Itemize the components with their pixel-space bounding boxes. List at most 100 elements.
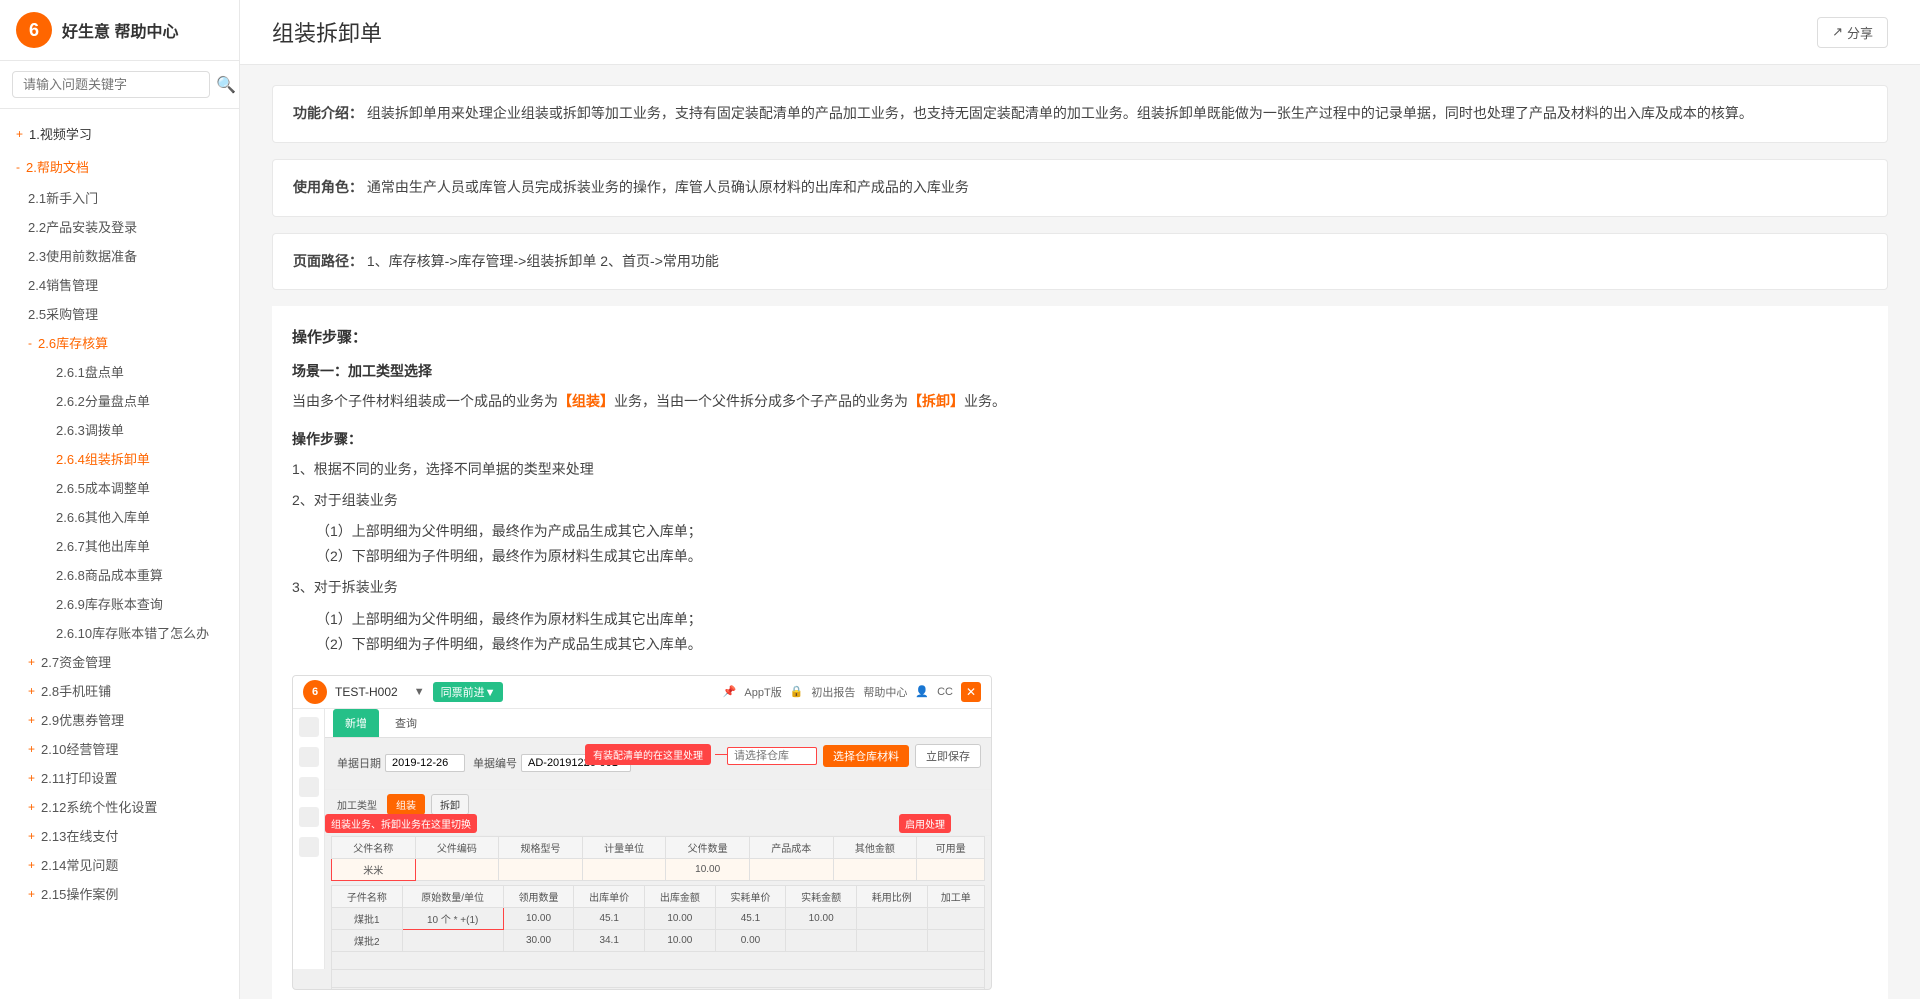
mock-top-nav: ▼ 同票前进▼	[414, 682, 715, 702]
sidebar-item-2-5[interactable]: 2.5采购管理	[28, 299, 239, 328]
mock-body: 新增 查询 单据日期 单据编号	[293, 709, 991, 989]
mock-top-table-wrapper: 父件名称 父件编码 规格型号 计量单位 父件数量 产品成本 其他金额 可用量	[325, 836, 991, 881]
mock-top-table-row: 米米 10.00	[332, 858, 985, 880]
ops-title: 操作步骤：	[292, 326, 1868, 347]
mock-confirm-btn[interactable]: 选择仓库材料	[823, 745, 909, 767]
search-box: 🔍	[0, 61, 239, 109]
mock-bottom-table: 子件名称 原始数量/单位 领用数量 出库单价 出库金额 实耗单价 实耗金额 耗用…	[331, 885, 985, 989]
role-block: 使用角色： 通常由生产人员或库管人员完成拆装业务的操作，库管人员确认原材料的出库…	[272, 159, 1888, 217]
sidebar-item-2-6-5[interactable]: 2.6.5成本调整单	[56, 473, 239, 502]
sidebar-item-2-6-8[interactable]: 2.6.8商品成本重算	[56, 560, 239, 589]
mock-warehouse-input[interactable]	[727, 747, 817, 765]
intro-label: 功能介绍：	[293, 105, 363, 121]
mock-type-disassemble[interactable]: 拆卸	[431, 794, 469, 815]
mock-bottom-row-4	[332, 969, 985, 987]
mock-bottom-row-2: 煤批2 30.00 34.1 10.00 0.00	[332, 929, 985, 951]
sidebar-item-2-14[interactable]: + 2.14常见问题	[28, 850, 239, 879]
annotation-3-text: 启用处理	[899, 814, 951, 833]
ops-steps-title: 操作步骤：	[292, 429, 1868, 449]
share-button[interactable]: ↗ 分享	[1817, 17, 1888, 48]
intro-text: 组装拆卸单用来处理企业组装或拆卸等加工业务，支持有固定装配清单的产品加工业务，也…	[367, 105, 1753, 121]
share-icon: ↗	[1832, 24, 1843, 40]
annotation-2: 组装业务、拆卸业务在这里切换	[325, 814, 477, 833]
mock-top-icons: 📌 AppT版 🔒 初出报告 帮助中心 👤 CC	[723, 684, 953, 700]
mock-bottom-table-wrapper: 子件名称 原始数量/单位 领用数量 出库单价 出库金额 实耗单价 实耗金额 耗用…	[325, 885, 991, 989]
mock-tab-new[interactable]: 新增	[333, 709, 379, 737]
sidebar-item-1[interactable]: + 1.视频学习	[0, 117, 239, 150]
path-block: 页面路径： 1、库存核算->库存管理->组装拆卸单 2、首页->常用功能	[272, 233, 1888, 291]
sidebar-item-2-6-7[interactable]: 2.6.7其他出库单	[56, 531, 239, 560]
mock-sidebar-settings-icon	[299, 807, 319, 827]
step2: 2、对于组装业务	[292, 488, 1868, 513]
sidebar-item-2-6-3[interactable]: 2.6.3调拨单	[56, 415, 239, 444]
mock-type-select: 加工类型 组装 拆卸 组装业务、拆卸业务在这里切换 启用处理	[325, 790, 991, 836]
mock-app-bar: 6 TEST-H002 ▼ 同票前进▼ 📌 AppT版 🔒 初出报告 帮助中心 …	[293, 676, 991, 709]
mock-close-btn[interactable]: ✕	[961, 682, 981, 702]
mock-sidebar	[293, 709, 325, 969]
sidebar-item-2-6-4[interactable]: 2.6.4组装拆卸单	[56, 444, 239, 473]
collapse-icon: -	[16, 160, 20, 174]
mock-type-assemble[interactable]: 组装	[387, 794, 425, 815]
sidebar-item-2-10[interactable]: + 2.10经营管理	[28, 734, 239, 763]
annotation-1-text: 有装配清单的在这里处理	[585, 744, 711, 765]
main-content: 组装拆卸单 ↗ 分享 功能介绍： 组装拆卸单用来处理企业组装或拆卸等加工业务，支…	[240, 0, 1920, 999]
intro-block: 功能介绍： 组装拆卸单用来处理企业组装或拆卸等加工业务，支持有固定装配清单的产品…	[272, 85, 1888, 143]
sidebar-item-2-2[interactable]: 2.2产品安装及登录	[28, 212, 239, 241]
mock-tab-bar: 新增 查询	[325, 709, 991, 738]
mock-logo: 6	[303, 680, 327, 704]
mock-sidebar-user-icon	[299, 837, 319, 857]
sidebar: 6 好生意 帮助中心 🔍 + 1.视频学习 - 2.帮助文档 2.1新手入门 2…	[0, 0, 240, 999]
annotation-3: 启用处理	[899, 814, 951, 833]
content-area: 功能介绍： 组装拆卸单用来处理企业组装或拆卸等加工业务，支持有固定装配清单的产品…	[240, 65, 1920, 999]
logo-icon: 6	[16, 12, 52, 48]
sidebar-item-2-6[interactable]: - 2.6库存核算	[28, 328, 239, 357]
page-title: 组装拆卸单	[272, 16, 382, 48]
mock-nav-btn[interactable]: 同票前进▼	[433, 682, 504, 702]
step3b: （2）下部明细为子件明细，最终作为产成品生成其它入库单。	[292, 632, 1868, 657]
sidebar-item-2-1[interactable]: 2.1新手入门	[28, 183, 239, 212]
mock-tab-query[interactable]: 查询	[383, 709, 429, 737]
mock-main: 新增 查询 单据日期 单据编号	[325, 709, 991, 989]
sidebar-item-2-13[interactable]: + 2.13在线支付	[28, 821, 239, 850]
sidebar-item-2-6-6[interactable]: 2.6.6其他入库单	[56, 502, 239, 531]
mock-sidebar-home-icon	[299, 717, 319, 737]
mock-form-area: 单据日期 单据编号 有装配清单的在这里处理 ▶	[325, 738, 991, 790]
search-button[interactable]: 🔍	[216, 75, 236, 95]
sidebar-item-2-12[interactable]: + 2.12系统个性化设置	[28, 792, 239, 821]
sidebar-item-2-3[interactable]: 2.3使用前数据准备	[28, 241, 239, 270]
sidebar-item-2-6-2[interactable]: 2.6.2分量盘点单	[56, 386, 239, 415]
sidebar-item-2-6-10[interactable]: 2.6.10库存账本错了怎么办	[56, 618, 239, 647]
mock-bottom-row-5	[332, 987, 985, 989]
sidebar-item-2-11[interactable]: + 2.11打印设置	[28, 763, 239, 792]
collapse-icon-2-6: -	[28, 336, 32, 350]
sidebar-item-2[interactable]: - 2.帮助文档	[0, 150, 239, 183]
app-name: 好生意 帮助中心	[62, 18, 178, 42]
sidebar-item-2-7[interactable]: + 2.7资金管理	[28, 647, 239, 676]
step3a: （1）上部明细为父件明细，最终作为原材料生成其它出库单；	[292, 607, 1868, 632]
sidebar-item-2-6-1[interactable]: 2.6.1盘点单	[56, 357, 239, 386]
step1: 1、根据不同的业务，选择不同单据的类型来处理	[292, 457, 1868, 482]
sidebar-header: 6 好生意 帮助中心	[0, 0, 239, 61]
sidebar-item-2-9[interactable]: + 2.9优惠券管理	[28, 705, 239, 734]
sidebar-item-2-8[interactable]: + 2.8手机旺铺	[28, 676, 239, 705]
search-input[interactable]	[12, 71, 210, 98]
path-label: 页面路径：	[293, 253, 363, 269]
mock-save-btn[interactable]: 立即保存	[915, 744, 981, 768]
mock-company: TEST-H002	[335, 685, 398, 699]
mock-date-group: 单据日期	[337, 754, 465, 772]
scene1-desc: 当由多个子件材料组装成一个成品的业务为【组装】业务，当由一个父件拆分成多个子产品…	[292, 389, 1868, 414]
path-text: 1、库存核算->库存管理->组装拆卸单 2、首页->常用功能	[367, 253, 719, 269]
sidebar-item-2-4[interactable]: 2.4销售管理	[28, 270, 239, 299]
mock-sidebar-list-icon	[299, 747, 319, 767]
mock-bottom-row-3	[332, 951, 985, 969]
expand-icon: +	[16, 127, 23, 141]
screenshot-mock: 6 TEST-H002 ▼ 同票前进▼ 📌 AppT版 🔒 初出报告 帮助中心 …	[292, 675, 992, 990]
step2a: （1）上部明细为父件明细，最终作为产成品生成其它入库单；	[292, 519, 1868, 544]
main-header: 组装拆卸单 ↗ 分享	[240, 0, 1920, 65]
mock-date-input[interactable]	[385, 754, 465, 772]
sidebar-item-2-15[interactable]: + 2.15操作案例	[28, 879, 239, 908]
sidebar-item-2-6-9[interactable]: 2.6.9库存账本查询	[56, 589, 239, 618]
mock-top-table: 父件名称 父件编码 规格型号 计量单位 父件数量 产品成本 其他金额 可用量	[331, 836, 985, 881]
step3: 3、对于拆装业务	[292, 575, 1868, 600]
step2b: （2）下部明细为子件明细，最终作为原材料生成其它出库单。	[292, 544, 1868, 569]
